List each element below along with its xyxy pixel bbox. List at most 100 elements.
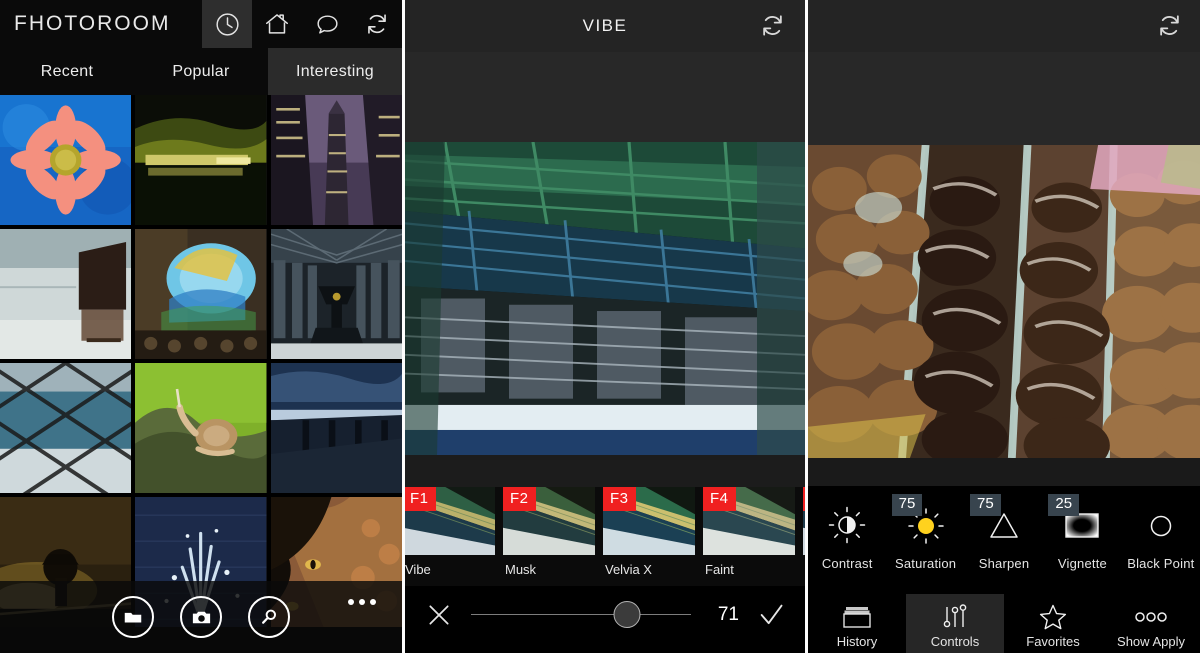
intensity-slider[interactable]	[471, 597, 691, 633]
adjustment-label: Contrast	[821, 556, 873, 571]
nav-item-history[interactable]: History	[808, 594, 906, 653]
home-icon-button[interactable]	[252, 0, 302, 48]
grid-item[interactable]	[270, 363, 402, 493]
gallery-bottom-toolbar	[0, 581, 402, 653]
gallery-tabs: Recent Popular Interesting	[0, 48, 402, 95]
ellipsis-dot	[370, 599, 376, 605]
contrast-icon	[828, 506, 866, 544]
ellipsis-dot	[359, 599, 365, 605]
adjustment-controls: Contrast 75 Saturation 75 Sharpen 25 Vig…	[808, 486, 1200, 594]
controls-header-spacer	[808, 52, 1200, 145]
app-root: FHOTOROOM Recent Popular Interesting VIB…	[0, 0, 1200, 653]
adjustment-label: Black Point	[1127, 556, 1195, 571]
clock-icon-button[interactable]	[202, 0, 252, 48]
saturation-icon-wrap: 75	[886, 494, 964, 554]
sync-button[interactable]	[758, 11, 787, 45]
sliders-icon	[943, 603, 967, 627]
filter-badge: F3	[603, 487, 636, 511]
filter-item[interactable]: F1 Vibe	[405, 487, 503, 577]
filter-preview-image[interactable]	[405, 142, 805, 455]
filter-item[interactable]: F3 Velvia X	[603, 487, 703, 577]
adjustment-black-point[interactable]: Black Point	[1122, 496, 1200, 571]
albums-button[interactable]	[112, 596, 154, 638]
history-icon-wrap	[842, 603, 872, 631]
photo-building-interior	[405, 142, 805, 455]
cancel-button[interactable]	[421, 602, 457, 628]
folder-icon	[124, 612, 142, 623]
comment-icon-button[interactable]	[302, 0, 352, 48]
preview-bottom-spacer	[405, 455, 805, 487]
adjustment-saturation[interactable]: 75 Saturation	[886, 494, 964, 571]
gallery-panel: FHOTOROOM Recent Popular Interesting	[0, 0, 402, 653]
camera-button[interactable]	[180, 596, 222, 638]
controls-preview-image[interactable]	[808, 145, 1200, 458]
slider-thumb[interactable]	[613, 601, 641, 628]
camera-icon	[192, 611, 210, 623]
nav-item-controls[interactable]: Controls	[906, 594, 1004, 653]
adjustment-label: Vignette	[1057, 556, 1107, 571]
nav-item-show-apply[interactable]: Show Apply	[1102, 594, 1200, 653]
adjustment-contrast[interactable]: Contrast	[808, 496, 886, 571]
filter-thumbnail: F1	[405, 487, 495, 555]
tab-interesting[interactable]: Interesting	[268, 48, 402, 95]
adjustment-value-badge: 75	[970, 494, 1001, 516]
photo-carnival	[135, 229, 267, 359]
adjustment-vignette[interactable]: 25 Vignette	[1043, 494, 1121, 571]
adjustment-sharpen[interactable]: 75 Sharpen	[965, 494, 1043, 571]
nav-label: History	[836, 633, 878, 649]
close-icon	[429, 604, 449, 625]
grid-item[interactable]	[0, 363, 132, 493]
grid-item[interactable]	[0, 95, 132, 225]
grid-item[interactable]	[0, 229, 132, 359]
photo-city-skyline	[270, 95, 402, 225]
adjustment-value-badge: 25	[1048, 494, 1080, 516]
comment-icon	[316, 14, 338, 34]
nav-label: Controls	[930, 633, 980, 649]
grid-item[interactable]	[270, 95, 402, 225]
search-icon	[262, 609, 277, 624]
header-icon-group	[202, 0, 402, 48]
photo-fountain-hall	[270, 229, 402, 359]
sliders-icon-wrap	[940, 603, 970, 631]
filter-header: VIBE	[405, 0, 805, 52]
apply-button[interactable]	[753, 601, 789, 629]
sharpen-icon-wrap: 75	[965, 494, 1043, 554]
nav-label: Show Apply	[1117, 633, 1185, 649]
nav-item-favorites[interactable]: Favorites	[1004, 594, 1102, 653]
filter-thumbnail: F4	[703, 487, 795, 555]
search-button[interactable]	[248, 596, 290, 638]
filter-item[interactable]: F5	[803, 487, 805, 562]
contrast-icon-wrap	[808, 496, 886, 554]
tab-recent[interactable]: Recent	[0, 48, 134, 95]
ellipsis-icon-wrap	[1131, 603, 1171, 631]
grid-item[interactable]	[270, 229, 402, 359]
filter-filmstrip[interactable]: F1 Vibe F2 Musk F3 Velvia X F4 Faint	[405, 487, 805, 586]
photo-grid	[0, 95, 402, 653]
check-icon	[760, 604, 783, 624]
filter-title: VIBE	[582, 16, 628, 35]
black-point-circle-icon	[1150, 515, 1172, 537]
photo-chocolates	[808, 145, 1200, 458]
tab-popular[interactable]: Popular	[134, 48, 268, 95]
controls-header	[808, 0, 1200, 52]
star-icon-wrap	[1038, 603, 1068, 631]
ellipsis-icon	[1135, 611, 1167, 622]
grid-item[interactable]	[135, 95, 267, 225]
sync-button[interactable]	[1155, 11, 1184, 45]
filter-label: Vibe	[405, 562, 431, 577]
filter-label: Velvia X	[605, 562, 652, 577]
photo-fence-sea	[0, 363, 132, 493]
sync-icon-button[interactable]	[352, 0, 402, 48]
grid-item[interactable]	[135, 363, 267, 493]
photo-snail	[135, 363, 267, 493]
filter-panel: VIBE F1 Vibe F2 Musk F3 Velvia X F4 Fain…	[405, 0, 805, 653]
black-point-icon-wrap	[1122, 496, 1200, 554]
overflow-menu-button[interactable]	[348, 599, 376, 605]
grid-item[interactable]	[135, 229, 267, 359]
adjustment-value-badge: 75	[891, 494, 923, 516]
filter-header-spacer	[405, 52, 805, 142]
slider-value: 71	[717, 603, 739, 625]
filter-slider-bar: 71	[405, 586, 805, 643]
filter-item[interactable]: F4 Faint	[703, 487, 803, 577]
filter-item[interactable]: F2 Musk	[503, 487, 603, 577]
